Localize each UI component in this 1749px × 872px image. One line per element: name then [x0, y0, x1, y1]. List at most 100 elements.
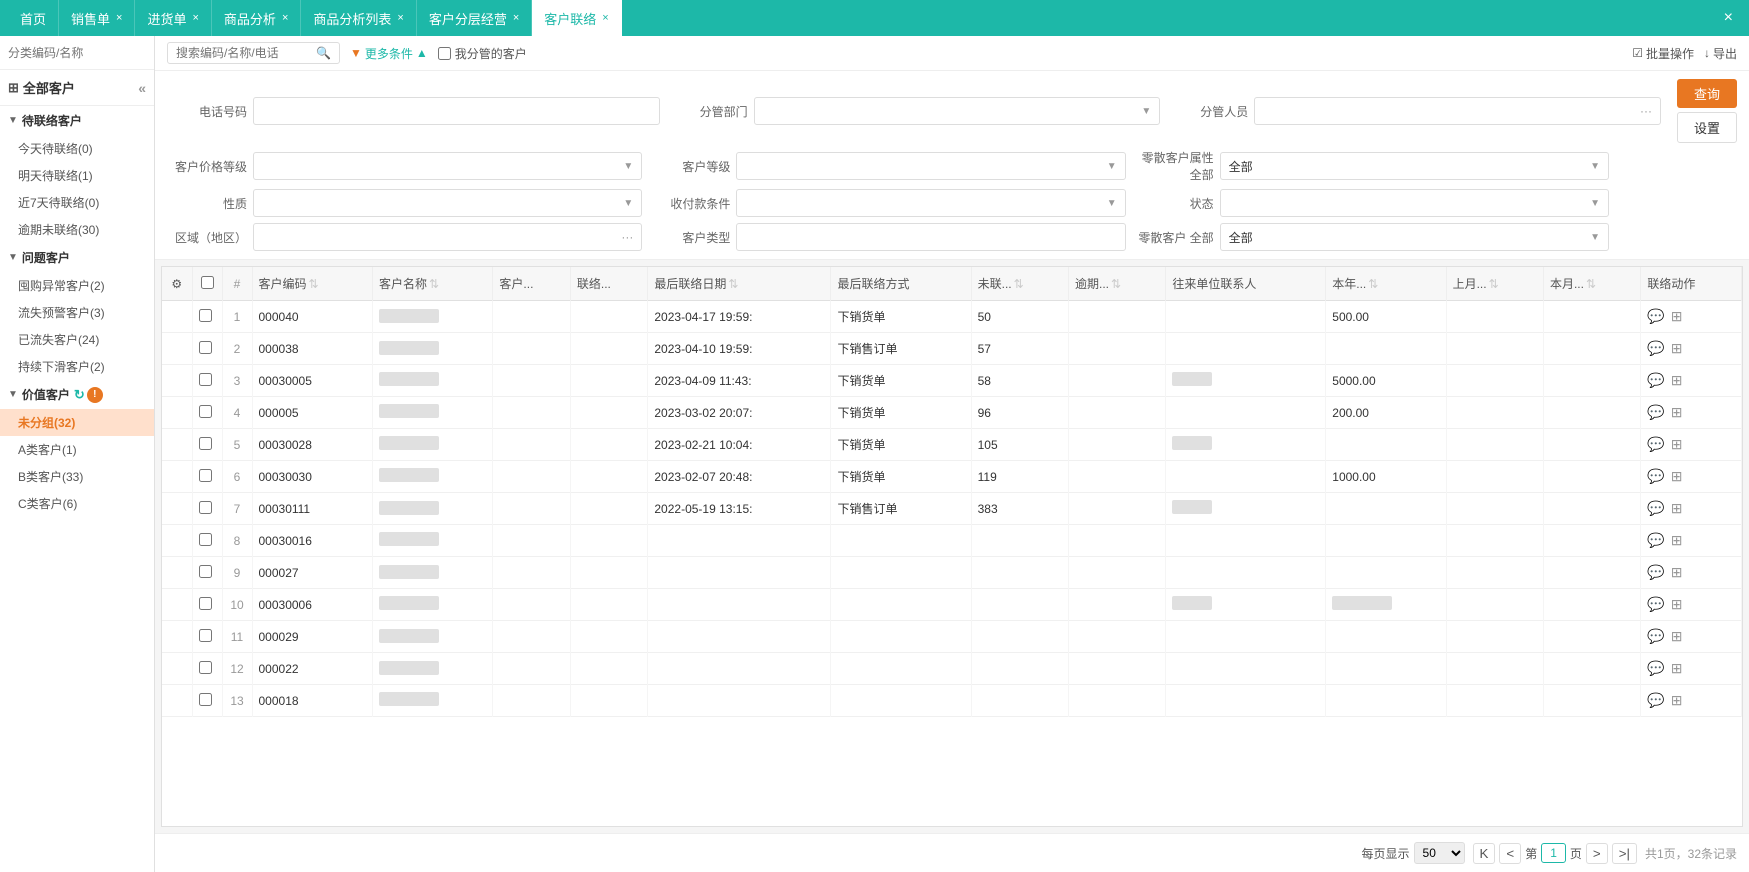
cust-level-select[interactable]: ▼: [736, 152, 1125, 180]
sidebar-item-today[interactable]: 今天待联络(0): [0, 135, 154, 162]
row-checkbox[interactable]: [199, 373, 212, 386]
sidebar-item-lost[interactable]: 已流失客户(24): [0, 326, 154, 353]
tab-purchase[interactable]: 进货单 ×: [135, 0, 211, 36]
sidebar-item-churn-risk[interactable]: 流失预警客户(3): [0, 299, 154, 326]
col-last-way[interactable]: 最后联络方式: [831, 267, 971, 301]
comment-icon[interactable]: 💬: [1647, 596, 1664, 613]
cust-type-input[interactable]: [736, 223, 1125, 251]
grid-action-icon[interactable]: ⊞: [1671, 660, 1683, 677]
grid-action-icon[interactable]: ⊞: [1671, 564, 1683, 581]
comment-icon[interactable]: 💬: [1647, 692, 1664, 709]
comment-icon[interactable]: 💬: [1647, 660, 1664, 677]
more-conditions-btn[interactable]: ▼ 更多条件 ▲: [350, 45, 428, 62]
window-close-btn[interactable]: ×: [1716, 9, 1741, 27]
comment-icon[interactable]: 💬: [1647, 532, 1664, 549]
sidebar-item-classB[interactable]: B类客户(33): [0, 463, 154, 490]
main-search-input[interactable]: [176, 46, 316, 60]
tab-analysis-list-close[interactable]: ×: [397, 12, 403, 24]
tab-purchase-close[interactable]: ×: [192, 12, 198, 24]
sidebar-item-classA[interactable]: A类客户(1): [0, 436, 154, 463]
tab-analysis-close[interactable]: ×: [282, 12, 288, 24]
row-checkbox[interactable]: [199, 341, 212, 354]
my-customers-checkbox[interactable]: [438, 47, 451, 60]
sidebar-item-abnormal[interactable]: 囤购异常客户(2): [0, 272, 154, 299]
col-unit-contact[interactable]: 往来单位联系人: [1166, 267, 1326, 301]
grid-action-icon[interactable]: ⊞: [1671, 532, 1683, 549]
sidebar-group-problem[interactable]: ▼ 问题客户: [0, 243, 154, 272]
comment-icon[interactable]: 💬: [1647, 436, 1664, 453]
grid-action-icon[interactable]: ⊞: [1671, 596, 1683, 613]
comment-icon[interactable]: 💬: [1647, 308, 1664, 325]
col-overdue[interactable]: 逾期...⇅: [1068, 267, 1165, 301]
col-settings[interactable]: ⚙: [162, 267, 192, 301]
last-way-link[interactable]: 下销售订单: [837, 342, 897, 356]
tab-customer-seg[interactable]: 客户分层经营 ×: [417, 0, 532, 36]
last-way-link[interactable]: 下销货单: [837, 438, 885, 452]
last-way-link[interactable]: 下销货单: [837, 310, 885, 324]
main-search-icon[interactable]: 🔍: [316, 46, 331, 60]
grid-action-icon[interactable]: ⊞: [1671, 692, 1683, 709]
manager-select[interactable]: ···: [1254, 97, 1661, 125]
sidebar-all-customers[interactable]: ⊞ 全部客户 «: [0, 70, 154, 106]
sidebar-item-unclassified[interactable]: 未分组(32): [0, 409, 154, 436]
sidebar-item-declining[interactable]: 持续下滑客户(2): [0, 353, 154, 380]
grid-action-icon[interactable]: ⊞: [1671, 404, 1683, 421]
region-select[interactable]: ···: [253, 223, 642, 251]
refresh-icon[interactable]: ↻: [74, 387, 85, 403]
nature-select[interactable]: ▼: [253, 189, 642, 217]
prev-page-btn[interactable]: <: [1499, 843, 1521, 864]
comment-icon[interactable]: 💬: [1647, 372, 1664, 389]
comment-icon[interactable]: 💬: [1647, 340, 1664, 357]
col-no-contact[interactable]: 未联...⇅: [971, 267, 1068, 301]
reset-button[interactable]: 设置: [1677, 112, 1737, 143]
export-btn[interactable]: ↓ 导出: [1704, 45, 1737, 62]
row-checkbox[interactable]: [199, 565, 212, 578]
collapse-icon[interactable]: «: [138, 80, 146, 96]
comment-icon[interactable]: 💬: [1647, 564, 1664, 581]
sidebar-search-input[interactable]: [8, 46, 155, 60]
col-code[interactable]: 客户编码⇅: [252, 267, 372, 301]
last-way-link[interactable]: 下销货单: [837, 374, 885, 388]
payment-select[interactable]: ▼: [736, 189, 1125, 217]
last-way-link[interactable]: 下销货单: [837, 406, 885, 420]
phone-input[interactable]: [253, 97, 660, 125]
col-this-month[interactable]: 本月...⇅: [1543, 267, 1640, 301]
grid-action-icon[interactable]: ⊞: [1671, 372, 1683, 389]
row-checkbox[interactable]: [199, 693, 212, 706]
sidebar-item-7days[interactable]: 近7天待联络(0): [0, 189, 154, 216]
sidebar-group-value[interactable]: ▼ 价值客户 ↻ !: [0, 380, 154, 409]
row-checkbox[interactable]: [199, 597, 212, 610]
col-type[interactable]: 客户...: [493, 267, 570, 301]
row-checkbox[interactable]: [199, 661, 212, 674]
col-last-month[interactable]: 上月...⇅: [1446, 267, 1543, 301]
sidebar-item-classC[interactable]: C类客户(6): [0, 490, 154, 517]
tab-customer-contact-close[interactable]: ×: [602, 12, 608, 24]
comment-icon[interactable]: 💬: [1647, 500, 1664, 517]
row-checkbox[interactable]: [199, 501, 212, 514]
grid-action-icon[interactable]: ⊞: [1671, 340, 1683, 357]
select-all-checkbox[interactable]: [201, 276, 214, 289]
row-checkbox[interactable]: [199, 629, 212, 642]
sidebar-item-overdue[interactable]: 逾期未联络(30): [0, 216, 154, 243]
dept-select[interactable]: ▼: [754, 97, 1161, 125]
price-level-select[interactable]: ▼: [253, 152, 642, 180]
tab-customer-contact[interactable]: 客户联络 ×: [532, 0, 621, 36]
comment-icon[interactable]: 💬: [1647, 404, 1664, 421]
col-this-year[interactable]: 本年...⇅: [1326, 267, 1446, 301]
last-way-link[interactable]: 下销货单: [837, 470, 885, 484]
grid-action-icon[interactable]: ⊞: [1671, 628, 1683, 645]
retail-attr-select[interactable]: 全部▼: [1220, 152, 1609, 180]
row-checkbox[interactable]: [199, 437, 212, 450]
comment-icon[interactable]: 💬: [1647, 468, 1664, 485]
status-select[interactable]: ▼: [1220, 189, 1609, 217]
tab-sales[interactable]: 销售单 ×: [59, 0, 135, 36]
search-button[interactable]: 查询: [1677, 79, 1737, 108]
tab-analysis[interactable]: 商品分析 ×: [212, 0, 301, 36]
col-name[interactable]: 客户名称⇅: [372, 267, 492, 301]
row-checkbox[interactable]: [199, 309, 212, 322]
row-checkbox[interactable]: [199, 469, 212, 482]
row-checkbox[interactable]: [199, 533, 212, 546]
tab-home[interactable]: 首页: [8, 0, 59, 36]
row-checkbox[interactable]: [199, 405, 212, 418]
grid-action-icon[interactable]: ⊞: [1671, 308, 1683, 325]
